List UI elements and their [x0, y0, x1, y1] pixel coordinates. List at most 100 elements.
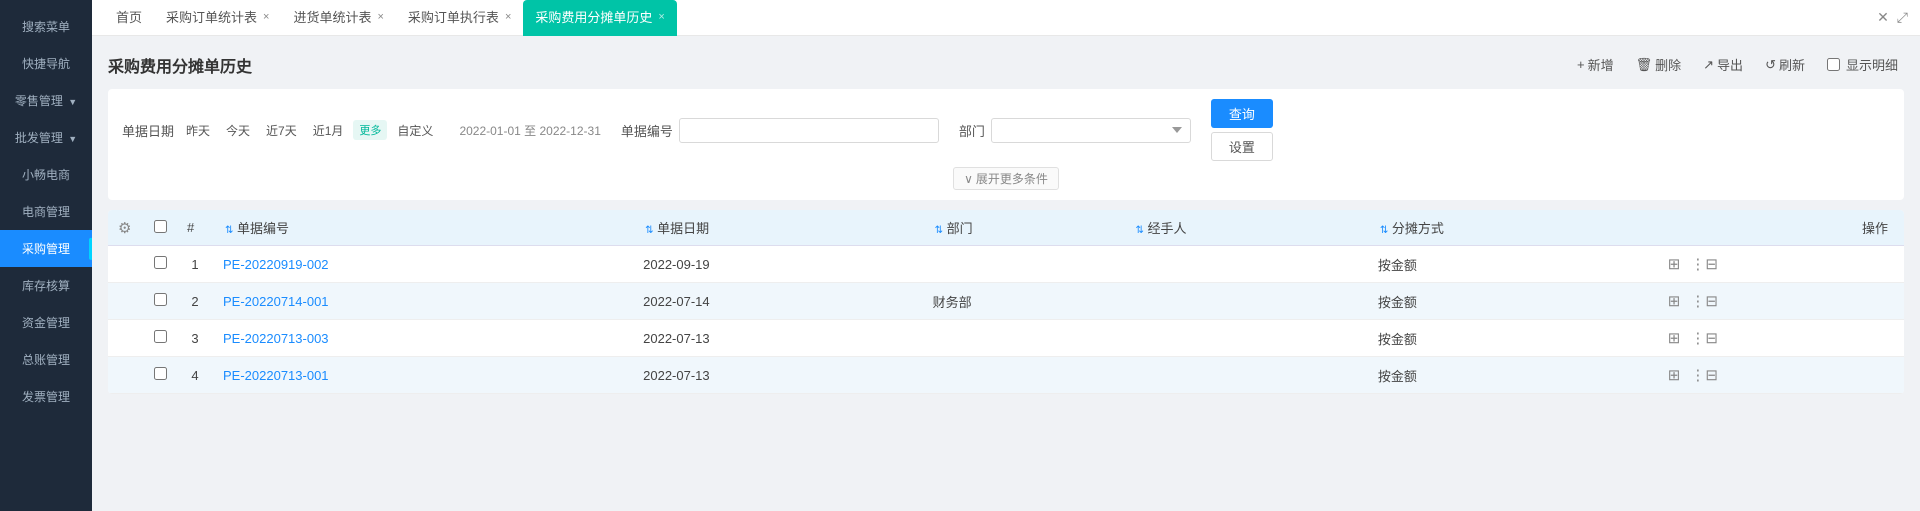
- doc-no-link[interactable]: PE-20220713-003: [223, 331, 329, 346]
- more-icon[interactable]: ⋮⊟: [1688, 364, 1720, 386]
- page-header: 采购费用分摊单历史 + 新增 🗑 删除 ↗ 导出 ↺ 刷新: [108, 52, 1904, 77]
- sidebar-item-search[interactable]: 搜索菜单: [0, 8, 92, 45]
- settings-icon[interactable]: ⚙: [118, 220, 131, 237]
- refresh-icon: ↺: [1765, 57, 1776, 73]
- date-option-7days[interactable]: 近7天: [260, 120, 303, 141]
- chevron-down-icon: ∨: [964, 172, 973, 186]
- row-dept: [923, 246, 1124, 283]
- row-settings: [108, 246, 144, 283]
- plus-icon: +: [1577, 57, 1585, 72]
- date-option-today[interactable]: 今天: [220, 120, 256, 141]
- export-button[interactable]: ↗ 导出: [1697, 52, 1749, 77]
- row-split-method: 按金额: [1368, 357, 1656, 394]
- doc-no-link[interactable]: PE-20220713-001: [223, 368, 329, 383]
- refresh-label: 刷新: [1779, 55, 1805, 74]
- show-columns-button[interactable]: 显示明细: [1821, 52, 1904, 77]
- row-actions: ⊞ ⋮⊟: [1656, 320, 1904, 357]
- row-actions: ⊞ ⋮⊟: [1656, 283, 1904, 320]
- row-num: 4: [177, 357, 213, 394]
- sort-icon: ⇅: [935, 225, 943, 236]
- close-icon[interactable]: ×: [263, 11, 269, 23]
- tab-purchase-cost-history[interactable]: 采购费用分摊单历史 ×: [523, 0, 676, 36]
- date-option-yesterday[interactable]: 昨天: [180, 120, 216, 141]
- row-select-checkbox[interactable]: [154, 293, 167, 306]
- row-doc-no: PE-20220713-003: [213, 320, 633, 357]
- sidebar-item-label: 发票管理: [22, 390, 70, 404]
- sidebar-item-quicknav[interactable]: 快捷导航: [0, 45, 92, 82]
- row-handler: [1124, 283, 1368, 320]
- close-tab-icon[interactable]: ✕: [1877, 9, 1889, 26]
- row-select-checkbox[interactable]: [154, 367, 167, 380]
- search-area: 单据日期 昨天 今天 近7天 近1月 更多 自定义 2022-01-01 至 2…: [108, 89, 1904, 200]
- sidebar-item-inventory[interactable]: 库存核算: [0, 267, 92, 304]
- edit-icon[interactable]: ⊞: [1666, 253, 1683, 275]
- sidebar-item-ecommerce[interactable]: 电商管理: [0, 193, 92, 230]
- close-icon[interactable]: ×: [377, 11, 383, 23]
- sidebar-item-label: 电商管理: [22, 205, 70, 219]
- edit-icon[interactable]: ⊞: [1666, 364, 1683, 386]
- tab-purchase-order-stats[interactable]: 采购订单统计表 ×: [154, 0, 281, 36]
- sidebar-item-label: 批发管理: [15, 131, 63, 145]
- tab-home[interactable]: 首页: [104, 0, 154, 36]
- tab-label: 首页: [116, 7, 142, 26]
- more-icon[interactable]: ⋮⊟: [1688, 253, 1720, 275]
- row-split-method: 按金额: [1368, 320, 1656, 357]
- tab-incoming-stats[interactable]: 进货单统计表 ×: [281, 0, 395, 36]
- sidebar-item-purchase[interactable]: 采购管理: [0, 230, 92, 267]
- more-icon[interactable]: ⋮⊟: [1688, 290, 1720, 312]
- date-option-custom[interactable]: 自定义: [391, 120, 439, 141]
- page-content: 采购费用分摊单历史 + 新增 🗑 删除 ↗ 导出 ↺ 刷新: [92, 36, 1920, 511]
- num-header: #: [177, 210, 213, 246]
- chevron-down-icon: ▼: [68, 134, 77, 144]
- sidebar-item-label: 搜索菜单: [22, 20, 70, 34]
- add-button[interactable]: + 新增: [1571, 52, 1620, 77]
- date-option-1month[interactable]: 近1月: [307, 120, 350, 141]
- row-dept: [923, 320, 1124, 357]
- row-select-checkbox[interactable]: [154, 330, 167, 343]
- sidebar-item-invoice[interactable]: 发票管理: [0, 378, 92, 415]
- show-columns-checkbox[interactable]: [1827, 58, 1840, 71]
- dept-select[interactable]: 财务部: [991, 118, 1191, 143]
- sidebar-item-ledger[interactable]: 总账管理: [0, 341, 92, 378]
- search-button[interactable]: 查询: [1211, 99, 1273, 128]
- edit-icon[interactable]: ⊞: [1666, 327, 1683, 349]
- sidebar-item-finance[interactable]: 资金管理: [0, 304, 92, 341]
- refresh-button[interactable]: ↺ 刷新: [1759, 52, 1811, 77]
- select-all-checkbox[interactable]: [154, 220, 167, 233]
- setting-button[interactable]: 设置: [1211, 132, 1273, 161]
- doc-no-input[interactable]: [679, 118, 939, 143]
- tab-label: 采购订单统计表: [166, 7, 257, 26]
- sidebar: 搜索菜单 快捷导航 零售管理 ▼ 批发管理 ▼ 小畅电商 电商管理 采购管理 库…: [0, 0, 92, 511]
- delete-icon: 🗑: [1636, 57, 1653, 73]
- row-doc-date: 2022-07-14: [633, 283, 923, 320]
- sort-icon: ⇅: [1380, 225, 1388, 236]
- sidebar-item-retail[interactable]: 零售管理 ▼: [0, 82, 92, 119]
- doc-no-link[interactable]: PE-20220919-002: [223, 257, 329, 272]
- export-icon: ↗: [1703, 57, 1714, 73]
- search-row: 单据日期 昨天 今天 近7天 近1月 更多 自定义 2022-01-01 至 2…: [122, 99, 1890, 161]
- export-label: 导出: [1717, 55, 1743, 74]
- expand-button[interactable]: ∨ 展开更多条件: [953, 167, 1059, 190]
- date-option-more[interactable]: 更多: [353, 120, 387, 140]
- close-icon[interactable]: ×: [658, 11, 664, 23]
- doc-no-link[interactable]: PE-20220714-001: [223, 294, 329, 309]
- toolbar: + 新增 🗑 删除 ↗ 导出 ↺ 刷新 显示明细: [1571, 52, 1904, 77]
- maximize-icon[interactable]: ⤢: [1897, 9, 1908, 26]
- edit-icon[interactable]: ⊞: [1666, 290, 1683, 312]
- row-select-checkbox[interactable]: [154, 256, 167, 269]
- date-options: 昨天 今天 近7天 近1月 更多 自定义: [180, 120, 439, 141]
- doc-no-label: 单据编号: [621, 121, 673, 140]
- row-split-method: 按金额: [1368, 246, 1656, 283]
- more-icon[interactable]: ⋮⊟: [1688, 327, 1720, 349]
- close-icon[interactable]: ×: [505, 11, 511, 23]
- tab-label: 采购订单执行表: [408, 7, 499, 26]
- date-range: 2022-01-01 至 2022-12-31: [459, 122, 600, 139]
- tab-bar-actions: ✕ ⤢: [1877, 9, 1908, 26]
- sidebar-item-wholesale[interactable]: 批发管理 ▼: [0, 119, 92, 156]
- row-checkbox: [144, 357, 177, 394]
- tab-purchase-order-exec[interactable]: 采购订单执行表 ×: [396, 0, 523, 36]
- sidebar-item-label: 采购管理: [22, 242, 70, 256]
- row-settings: [108, 283, 144, 320]
- sidebar-item-ecommerce-small[interactable]: 小畅电商: [0, 156, 92, 193]
- delete-button[interactable]: 🗑 删除: [1630, 52, 1688, 77]
